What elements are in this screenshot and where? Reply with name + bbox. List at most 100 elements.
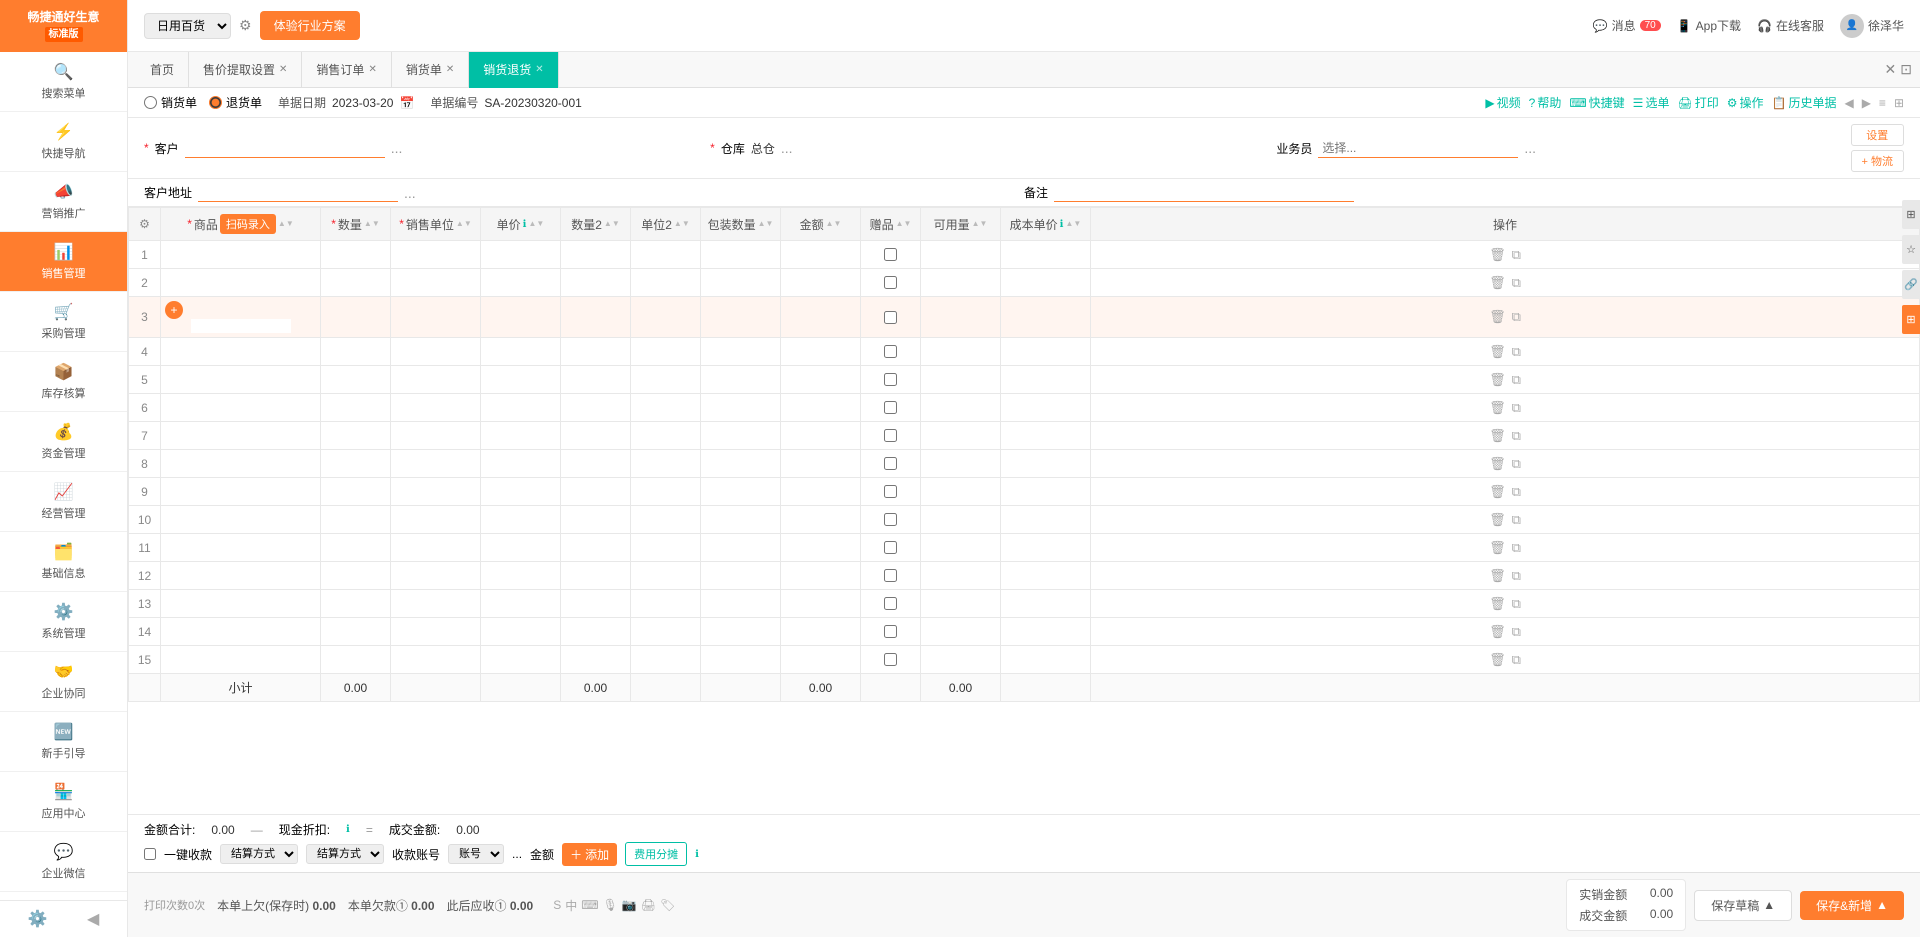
row-amount-6[interactable]	[781, 394, 861, 422]
sidebar-item-search[interactable]: 🔍搜索菜单	[0, 52, 127, 112]
radio-return[interactable]: 退货单	[209, 94, 262, 111]
logistics-btn[interactable]: + 物流	[1851, 150, 1904, 172]
row-unit2-12[interactable]	[631, 562, 701, 590]
row-available-8[interactable]	[921, 450, 1001, 478]
row-qty-9[interactable]	[321, 478, 391, 506]
tab-close-sale-delivery[interactable]: ✕	[446, 64, 454, 75]
copy-icon-3[interactable]: ⧉	[1512, 309, 1521, 325]
tab-close-sale-price[interactable]: ✕	[279, 64, 287, 75]
delete-icon-13[interactable]: 🗑	[1489, 596, 1506, 612]
row-sale-unit-9[interactable]	[391, 478, 481, 506]
fenpei-button[interactable]: 费用分摊	[625, 842, 687, 866]
row-gift-7[interactable]	[861, 422, 921, 450]
one-click-pay-checkbox[interactable]	[144, 848, 156, 860]
row-qty-6[interactable]	[321, 394, 391, 422]
row-unit2-1[interactable]	[631, 241, 701, 269]
row-unit2-6[interactable]	[631, 394, 701, 422]
row-available-10[interactable]	[921, 506, 1001, 534]
row-cost-price-5[interactable]	[1001, 366, 1091, 394]
row-amount-8[interactable]	[781, 450, 861, 478]
row-qty2-15[interactable]	[561, 646, 631, 674]
row-unit-price-10[interactable]	[481, 506, 561, 534]
row-qty2-9[interactable]	[561, 478, 631, 506]
delete-icon-1[interactable]: 🗑	[1489, 247, 1506, 263]
copy-icon-14[interactable]: ⧉	[1512, 624, 1521, 640]
row-pack-qty-14[interactable]	[701, 618, 781, 646]
copy-icon-12[interactable]: ⧉	[1512, 568, 1521, 584]
nav-prev[interactable]: ◀	[1844, 96, 1853, 110]
gift-checkbox-7[interactable]	[884, 429, 897, 442]
row-product-10[interactable]	[161, 506, 321, 534]
row-amount-12[interactable]	[781, 562, 861, 590]
row-unit2-8[interactable]	[631, 450, 701, 478]
scan-button[interactable]: 扫码录入	[220, 214, 276, 234]
copy-icon-13[interactable]: ⧉	[1512, 596, 1521, 612]
row-sale-unit-14[interactable]	[391, 618, 481, 646]
delete-icon-5[interactable]: 🗑	[1489, 372, 1506, 388]
row-pack-qty-8[interactable]	[701, 450, 781, 478]
row-available-1[interactable]	[921, 241, 1001, 269]
row-gift-9[interactable]	[861, 478, 921, 506]
row-gift-4[interactable]	[861, 338, 921, 366]
delete-icon-11[interactable]: 🗑	[1489, 540, 1506, 556]
copy-icon-4[interactable]: ⧉	[1512, 344, 1521, 360]
row-pack-qty-1[interactable]	[701, 241, 781, 269]
row-unit-price-2[interactable]	[481, 269, 561, 297]
row-available-11[interactable]	[921, 534, 1001, 562]
row-amount-3[interactable]	[781, 297, 861, 338]
sidebar-item-purchase[interactable]: 🛒采购管理	[0, 292, 127, 352]
row-cost-price-12[interactable]	[1001, 562, 1091, 590]
row-sale-unit-13[interactable]	[391, 590, 481, 618]
delete-icon-14[interactable]: 🗑	[1489, 624, 1506, 640]
row-available-13[interactable]	[921, 590, 1001, 618]
row-sale-unit-11[interactable]	[391, 534, 481, 562]
row-qty2-12[interactable]	[561, 562, 631, 590]
row-qty-14[interactable]	[321, 618, 391, 646]
row-amount-10[interactable]	[781, 506, 861, 534]
action-shortcut[interactable]: ⌨ 快捷键	[1569, 94, 1624, 111]
gift-checkbox-8[interactable]	[884, 457, 897, 470]
row-available-7[interactable]	[921, 422, 1001, 450]
add-button[interactable]: ＋ 添加	[562, 843, 617, 866]
settlement-select[interactable]: 结算方式	[220, 844, 298, 864]
action-select[interactable]: ☰ 选单	[1633, 94, 1670, 111]
row-gift-6[interactable]	[861, 394, 921, 422]
sidebar-item-shortcut[interactable]: ⚡快捷导航	[0, 112, 127, 172]
delete-icon-2[interactable]: 🗑	[1489, 275, 1506, 291]
row-sale-unit-3[interactable]	[391, 297, 481, 338]
tab-sale-price[interactable]: 售价提取设置✕	[189, 52, 302, 88]
gift-checkbox-13[interactable]	[884, 597, 897, 610]
copy-icon-5[interactable]: ⧉	[1512, 372, 1521, 388]
row-qty-11[interactable]	[321, 534, 391, 562]
row-unit2-11[interactable]	[631, 534, 701, 562]
row-amount-1[interactable]	[781, 241, 861, 269]
row-product-15[interactable]	[161, 646, 321, 674]
row-available-3[interactable]	[921, 297, 1001, 338]
row-pack-qty-11[interactable]	[701, 534, 781, 562]
tab-home[interactable]: 首页	[136, 52, 189, 88]
radio-sale-input[interactable]	[144, 96, 157, 109]
customer-input[interactable]	[185, 139, 385, 158]
row-product-7[interactable]	[161, 422, 321, 450]
row-unit2-2[interactable]	[631, 269, 701, 297]
row-qty2-6[interactable]	[561, 394, 631, 422]
row-sale-unit-1[interactable]	[391, 241, 481, 269]
row-qty-5[interactable]	[321, 366, 391, 394]
sidebar-item-operation[interactable]: 📈经营管理	[0, 472, 127, 532]
row-unit2-4[interactable]	[631, 338, 701, 366]
row-qty2-4[interactable]	[561, 338, 631, 366]
row-pack-qty-7[interactable]	[701, 422, 781, 450]
row-unit-price-15[interactable]	[481, 646, 561, 674]
user-item[interactable]: 👤 徐泽华	[1840, 14, 1904, 38]
remark-input[interactable]	[1054, 183, 1354, 202]
row-amount-13[interactable]	[781, 590, 861, 618]
row-pack-qty-5[interactable]	[701, 366, 781, 394]
gift-checkbox-5[interactable]	[884, 373, 897, 386]
row-gift-12[interactable]	[861, 562, 921, 590]
row-sale-unit-12[interactable]	[391, 562, 481, 590]
row-product-12[interactable]	[161, 562, 321, 590]
row-cost-price-15[interactable]	[1001, 646, 1091, 674]
row-qty2-1[interactable]	[561, 241, 631, 269]
row-gift-5[interactable]	[861, 366, 921, 394]
row-pack-qty-9[interactable]	[701, 478, 781, 506]
